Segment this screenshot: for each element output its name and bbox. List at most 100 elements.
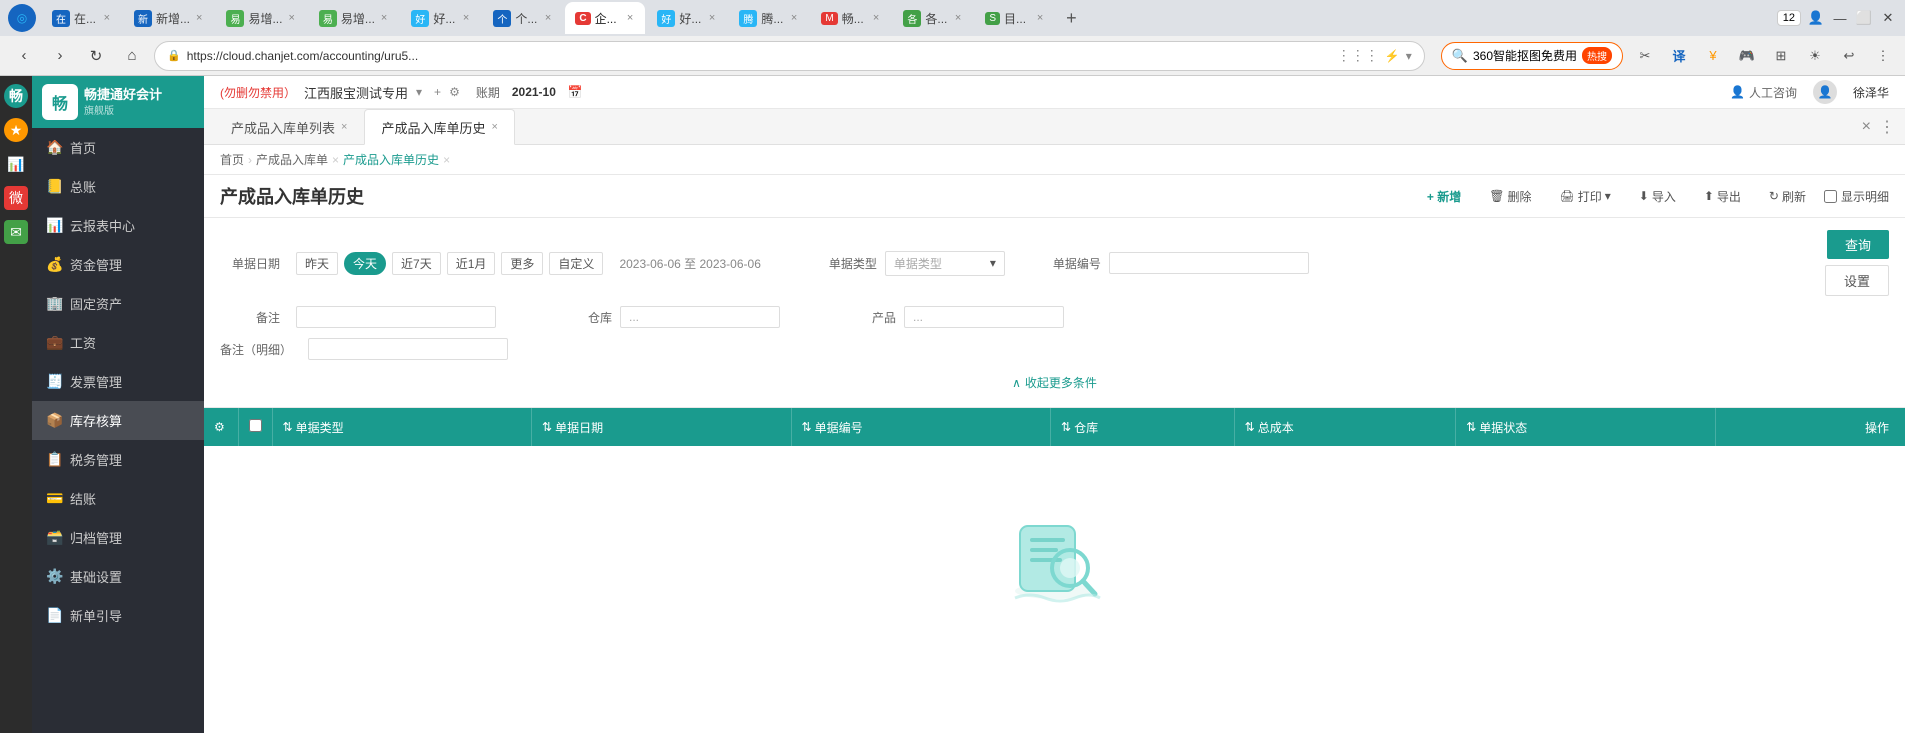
rail-icon-chanjet[interactable]: 畅	[4, 84, 28, 108]
th-total-cost[interactable]: ⇅ 总成本	[1234, 408, 1456, 446]
date-btn-7days[interactable]: 近7天	[392, 252, 441, 275]
refresh-button[interactable]: ↻ 刷新	[1759, 184, 1816, 209]
breadcrumb-parent[interactable]: 产成品入库单	[256, 151, 328, 168]
lightning-icon[interactable]: ⚡	[1385, 49, 1400, 63]
tab-12[interactable]: S 目... ×	[975, 2, 1055, 34]
tab-3-close[interactable]: ×	[286, 10, 296, 26]
product-select[interactable]: ...	[904, 306, 1064, 328]
url-bar[interactable]: 🔒 https://cloud.chanjet.com/accounting/u…	[154, 41, 1425, 71]
user-name[interactable]: 徐泽华	[1853, 84, 1889, 101]
delete-button[interactable]: 🗑 删除	[1479, 184, 1541, 209]
th-doc-type[interactable]: ⇅ 单据类型	[272, 408, 532, 446]
import-button[interactable]: ⬇ 导入	[1629, 184, 1686, 209]
collapse-button[interactable]: ∧ 收起更多条件	[220, 370, 1889, 395]
tab-close-icon[interactable]: ×	[1862, 118, 1871, 136]
maximize-button[interactable]: ⬜	[1855, 9, 1873, 27]
sidebar-item-inventory[interactable]: 📦 库存核算	[32, 401, 204, 440]
tab-3[interactable]: 易 易增... ×	[216, 2, 306, 34]
rail-icon-star[interactable]: ★	[4, 118, 28, 142]
th-checkbox[interactable]	[238, 408, 272, 446]
tab-8[interactable]: 好 好... ×	[647, 2, 727, 34]
th-warehouse[interactable]: ⇅ 仓库	[1051, 408, 1235, 446]
doc-type-select[interactable]: 单据类型 ▾	[885, 251, 1005, 276]
sidebar-item-home[interactable]: 🏠 首页	[32, 128, 204, 167]
select-all-checkbox[interactable]	[249, 419, 262, 432]
home-button[interactable]: ⌂	[118, 42, 146, 70]
currency-icon[interactable]: ¥	[1701, 44, 1725, 68]
tab-12-close[interactable]: ×	[1035, 10, 1045, 26]
back-button[interactable]: ‹	[10, 42, 38, 70]
sidebar-item-finance[interactable]: 💰 资金管理	[32, 245, 204, 284]
sidebar-item-assets[interactable]: 🏢 固定资产	[32, 284, 204, 323]
tab-history-close[interactable]: ×	[491, 121, 497, 133]
th-gear[interactable]: ⚙	[204, 408, 238, 446]
th-doc-date[interactable]: ⇅ 单据日期	[532, 408, 792, 446]
print-dropdown-arrow[interactable]: ▾	[1605, 189, 1611, 203]
new-tab-button[interactable]: +	[1057, 4, 1085, 32]
sidebar-item-archive[interactable]: 🗃️ 归档管理	[32, 518, 204, 557]
date-btn-yesterday[interactable]: 昨天	[296, 252, 338, 275]
tab-10[interactable]: M 畅... ×	[811, 2, 891, 34]
query-button[interactable]: 查询	[1827, 230, 1889, 259]
search-bar-360[interactable]: 🔍 360智能抠图免费用 热搜	[1441, 42, 1623, 70]
tab-5-close[interactable]: ×	[461, 10, 471, 26]
minimize-button[interactable]: —	[1831, 9, 1849, 27]
show-detail-checkbox[interactable]	[1824, 190, 1837, 203]
sidebar-item-tax[interactable]: 📋 税务管理	[32, 440, 204, 479]
settings-btn[interactable]: ⚙	[449, 85, 460, 99]
tab-8-close[interactable]: ×	[707, 10, 717, 26]
tab-more-icon[interactable]: ⋮	[1879, 117, 1895, 137]
user-service-btn[interactable]: 👤 人工咨询	[1730, 84, 1797, 101]
sidebar-item-payroll[interactable]: 💼 工资	[32, 323, 204, 362]
tab-list-close[interactable]: ×	[341, 121, 347, 133]
add-button[interactable]: + 新增	[1417, 184, 1471, 209]
tab-history[interactable]: 产成品入库单历史 ×	[364, 109, 514, 145]
sidebar-item-newdoc[interactable]: 📄 新单引导	[32, 596, 204, 635]
setting-button[interactable]: 设置	[1825, 265, 1889, 296]
date-btn-1month[interactable]: 近1月	[447, 252, 496, 275]
tab-list[interactable]: 产成品入库单列表 ×	[214, 109, 364, 145]
remark-input[interactable]	[296, 306, 496, 328]
tab-9[interactable]: 腾 腾... ×	[729, 2, 809, 34]
tab-9-close[interactable]: ×	[789, 10, 799, 26]
date-btn-custom[interactable]: 自定义	[549, 252, 603, 275]
calendar-icon[interactable]: 📅	[568, 85, 583, 99]
tab-6[interactable]: 个 个... ×	[483, 2, 563, 34]
tab-10-close[interactable]: ×	[871, 10, 881, 26]
tab-2[interactable]: 新 新增... ×	[124, 2, 214, 34]
sidebar-item-report[interactable]: 📊 云报表中心	[32, 206, 204, 245]
translate-icon[interactable]: 译	[1667, 44, 1691, 68]
add-company-btn[interactable]: +	[434, 85, 441, 99]
scissors-icon[interactable]: ✂	[1633, 44, 1657, 68]
browser-menu-icon[interactable]: ⋮⋮⋮	[1337, 47, 1379, 64]
tab-4[interactable]: 易 易增... ×	[309, 2, 399, 34]
dropdown-arrow[interactable]: ▾	[1406, 49, 1412, 63]
tab-7-close[interactable]: ×	[625, 10, 635, 26]
tab-2-close[interactable]: ×	[194, 10, 204, 26]
refresh-button[interactable]: ↻	[82, 42, 110, 70]
doc-no-input[interactable]	[1109, 252, 1309, 274]
more-icon[interactable]: ⋮	[1871, 44, 1895, 68]
sidebar-item-ledger[interactable]: 📒 总账	[32, 167, 204, 206]
tab-11[interactable]: 各 各... ×	[893, 2, 973, 34]
tab-6-close[interactable]: ×	[543, 10, 553, 26]
show-detail-label[interactable]: 显示明细	[1824, 188, 1889, 205]
sidebar-item-invoice[interactable]: 🧾 发票管理	[32, 362, 204, 401]
warehouse-select[interactable]: ...	[620, 306, 780, 328]
rail-icon-weibo[interactable]: 微	[4, 186, 28, 210]
tab-7-active[interactable]: C 企... ×	[565, 2, 645, 34]
date-btn-today[interactable]: 今天	[344, 252, 386, 275]
date-btn-more[interactable]: 更多	[501, 252, 543, 275]
forward-button[interactable]: ›	[46, 42, 74, 70]
rail-icon-report[interactable]: 📊	[4, 152, 28, 176]
company-dropdown[interactable]: ▾	[416, 85, 422, 99]
tab-5[interactable]: 好 好... ×	[401, 2, 481, 34]
sidebar-item-basic[interactable]: ⚙️ 基础设置	[32, 557, 204, 596]
grid-icon[interactable]: ⊞	[1769, 44, 1793, 68]
gamepad-icon[interactable]: 🎮	[1735, 44, 1759, 68]
th-doc-status[interactable]: ⇅ 单据状态	[1456, 408, 1716, 446]
tab-1[interactable]: 在 在... ×	[42, 2, 122, 34]
undo-icon[interactable]: ↩	[1837, 44, 1861, 68]
remark-detail-input[interactable]	[308, 338, 508, 360]
sun-icon[interactable]: ☀	[1803, 44, 1827, 68]
